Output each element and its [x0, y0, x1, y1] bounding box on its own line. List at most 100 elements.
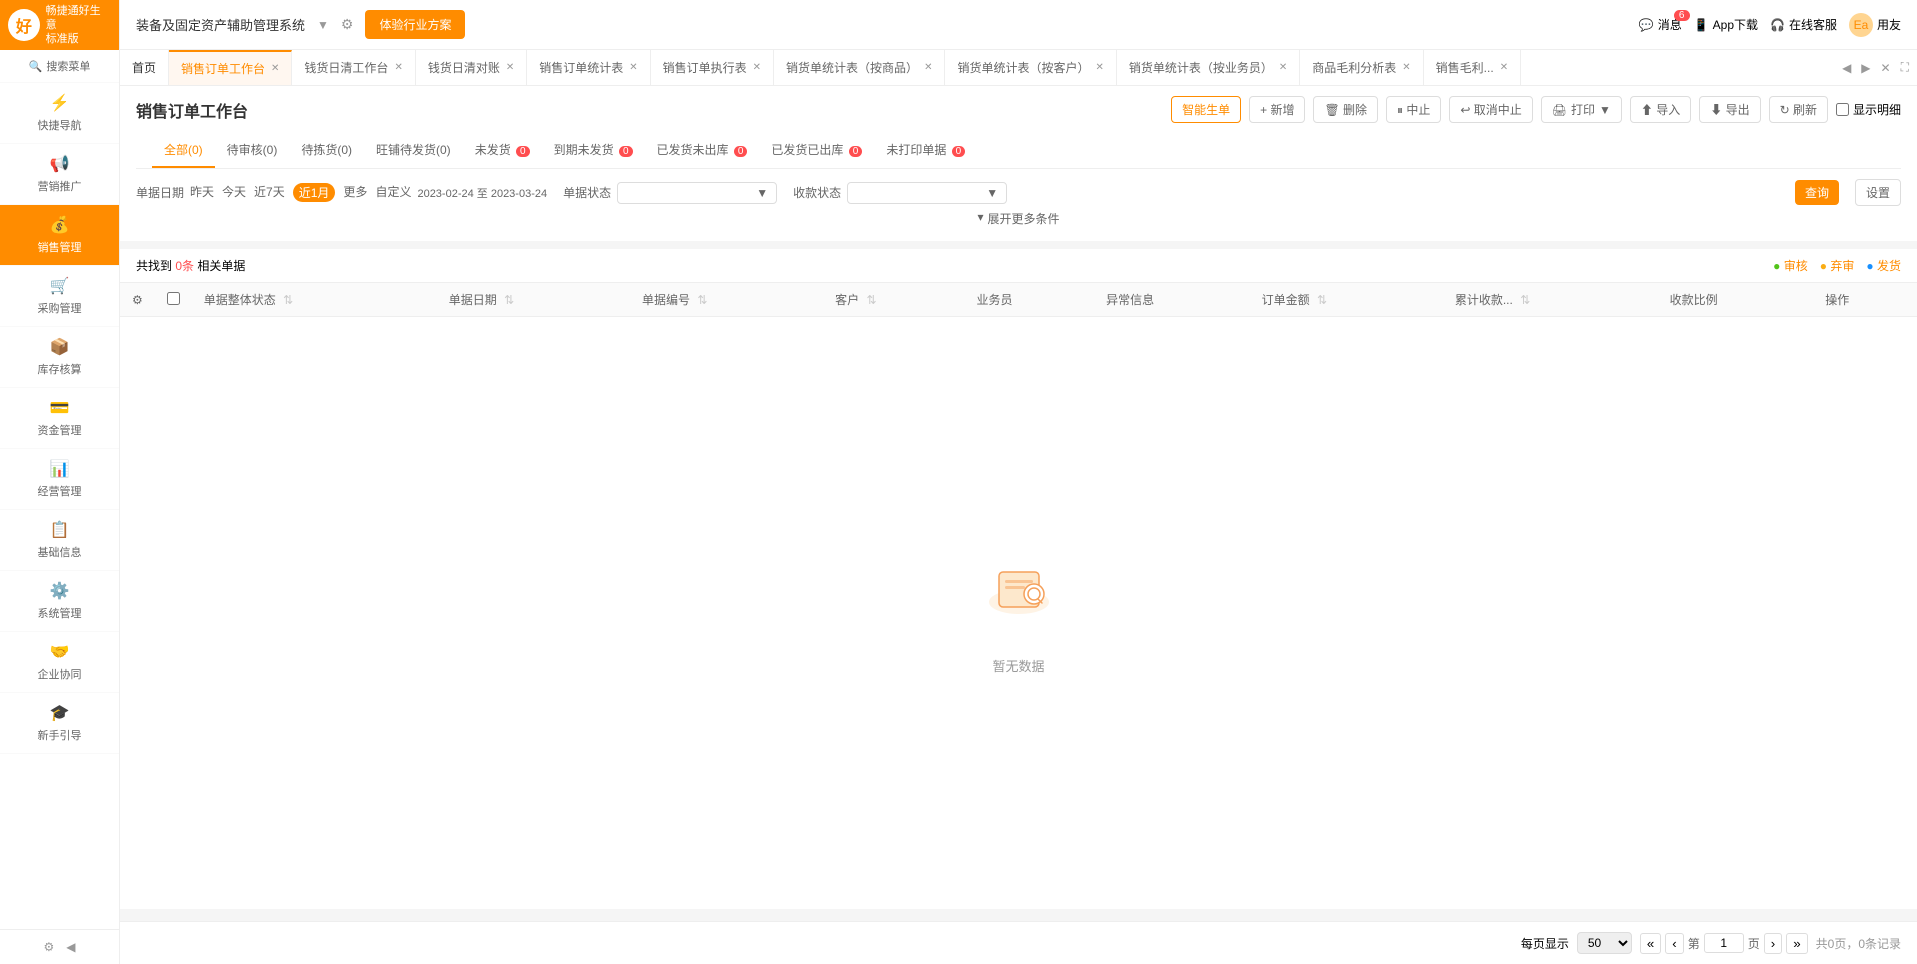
print-button[interactable]: 🖨 打印 ▼ [1541, 96, 1622, 123]
expand-btn[interactable]: 展开更多条件 [988, 210, 1060, 227]
prev-page-btn[interactable]: ‹ [1665, 933, 1683, 954]
sidebar-item-quicknav[interactable]: ⚡ 快捷导航 [0, 83, 119, 144]
tab-close-by-customer[interactable]: ✕ [1095, 62, 1103, 73]
date-opt-today[interactable]: 今天 [222, 183, 246, 202]
table-right-actions: ● 审核 ● 弃审 ● 发货 [1773, 257, 1901, 274]
table-scroll-area: ⚙ 单据整体状态 ⇅ 单据日期 ⇅ 单据编号 ⇅ 客户 ⇅ 业务员 异常信息 订… [120, 283, 1917, 909]
date-opt-custom[interactable]: 自定义 [375, 183, 411, 202]
audit-dot: ● [1773, 259, 1780, 273]
tab-close-reconciliation[interactable]: ✕ [506, 62, 514, 73]
app-download-item[interactable]: 📱 App下载 [1694, 16, 1758, 33]
date-opt-more[interactable]: 更多 [343, 183, 367, 202]
sub-tab-wangpu-ship[interactable]: 旺铺待发货(0) [364, 133, 463, 168]
add-button[interactable]: + 新增 [1249, 96, 1305, 123]
tab-close-sales-profit[interactable]: ✕ [1500, 62, 1508, 73]
sub-tab-shipped-out[interactable]: 已发货已出库 0 [759, 133, 874, 168]
show-detail-checkbox[interactable] [1836, 103, 1849, 116]
tab-order-stats[interactable]: 销售订单统计表 ✕ [527, 50, 650, 86]
message-icon: 💬 [1639, 18, 1654, 32]
sidebar-item-inventory[interactable]: 📦 库存核算 [0, 327, 119, 388]
settings-topbar-icon[interactable]: ⚙ [341, 16, 354, 33]
empty-text: 暂无数据 [992, 656, 1044, 675]
tabs-prev-btn[interactable]: ◀ [1838, 59, 1855, 77]
tab-sales-workbench[interactable]: 销售订单工作台 ✕ [169, 50, 292, 86]
message-icon-item[interactable]: 💬 6 消息 [1639, 16, 1682, 33]
online-service-item[interactable]: 🎧 在线客服 [1770, 16, 1837, 33]
tab-reconciliation[interactable]: 钱货日清对账 ✕ [416, 50, 527, 86]
deaudit-action-link[interactable]: ● 弃审 [1820, 257, 1855, 274]
tab-home[interactable]: 首页 [120, 50, 169, 86]
user-item[interactable]: Ea 用友 [1849, 13, 1901, 37]
smart-generate-button[interactable]: 智能生单 [1171, 96, 1241, 123]
sub-tab-shipped-not-out[interactable]: 已发货未出库 0 [645, 133, 760, 168]
table-area: 共找到 0条 相关单据 ● 审核 ● 弃审 ● 发货 [120, 249, 1917, 964]
date-opt-1month[interactable]: 近1月 [293, 183, 336, 202]
sidebar-item-cooperation[interactable]: 🤝 企业协同 [0, 632, 119, 693]
sidebar-item-basics[interactable]: 📋 基础信息 [0, 510, 119, 571]
sidebar-item-system[interactable]: ⚙️ 系统管理 [0, 571, 119, 632]
sub-tab-pending-pick[interactable]: 待拣货(0) [289, 133, 364, 168]
tab-sales-by-product[interactable]: 销货单统计表（按商品） ✕ [774, 50, 945, 86]
set-button[interactable]: 设置 [1855, 179, 1901, 206]
tab-close-order-stats[interactable]: ✕ [629, 62, 637, 73]
status-select[interactable]: ▼ [617, 182, 777, 204]
tab-order-exec[interactable]: 销售订单执行表 ✕ [651, 50, 774, 86]
page-nav: « ‹ 第 页 › » [1640, 933, 1808, 954]
sort-icon-cumulative: ⇅ [1520, 293, 1530, 307]
dropdown-icon[interactable]: ▼ [317, 18, 329, 32]
payment-status-select[interactable]: ▼ [847, 182, 1007, 204]
cancel-stop-button[interactable]: ↩ 取消中止 [1449, 96, 1532, 123]
gear-icon: ⚙️ [50, 581, 70, 601]
sidebar-item-purchase[interactable]: 🛒 采购管理 [0, 266, 119, 327]
tabs-fullscreen-btn[interactable]: ⛶ [1897, 58, 1913, 77]
sidebar-item-search[interactable]: 🔍 搜索菜单 [0, 50, 119, 83]
industry-solution-button[interactable]: 体验行业方案 [365, 10, 465, 39]
page-number-input[interactable] [1704, 933, 1744, 953]
tab-gross-margin[interactable]: 商品毛利分析表 ✕ [1300, 50, 1423, 86]
search-icon: 🔍 [29, 60, 43, 73]
date-opt-7days[interactable]: 近7天 [254, 183, 285, 202]
import-button[interactable]: ⬆ 导入 [1630, 96, 1691, 123]
tab-close-by-product[interactable]: ✕ [924, 62, 932, 73]
tab-close-daily-clear[interactable]: ✕ [394, 62, 402, 73]
sub-tab-unshipped[interactable]: 未发货 0 [463, 133, 542, 168]
page-title: 销售订单工作台 [136, 98, 248, 122]
tab-sales-by-staff[interactable]: 销货单统计表（按业务员） ✕ [1117, 50, 1300, 86]
collapse-icon[interactable]: ◀ [66, 940, 75, 954]
tab-close-order-exec[interactable]: ✕ [753, 62, 761, 73]
tab-sales-by-customer[interactable]: 销货单统计表（按客户） ✕ [945, 50, 1116, 86]
tab-daily-clear[interactable]: 钱货日清工作台 ✕ [292, 50, 415, 86]
sidebar-item-marketing[interactable]: 📢 营销推广 [0, 144, 119, 205]
ship-action-link[interactable]: ● 发货 [1866, 257, 1901, 274]
date-opt-yesterday[interactable]: 昨天 [190, 183, 214, 202]
export-button[interactable]: ⬇ 导出 [1699, 96, 1760, 123]
delete-button[interactable]: 🗑 删除 [1313, 96, 1378, 123]
settings-icon[interactable]: ⚙ [44, 940, 55, 954]
tab-close-sales-workbench[interactable]: ✕ [271, 63, 279, 74]
sidebar-item-management[interactable]: 📊 经营管理 [0, 449, 119, 510]
sub-tab-all[interactable]: 全部(0) [152, 133, 215, 168]
sub-tab-unprinted[interactable]: 未打印单据 0 [874, 133, 977, 168]
sidebar-item-finance[interactable]: 💳 资金管理 [0, 388, 119, 449]
tab-close-by-staff[interactable]: ✕ [1279, 62, 1287, 73]
per-page-select[interactable]: 50 100 200 [1577, 932, 1632, 954]
last-page-btn[interactable]: » [1786, 933, 1807, 954]
tabs-next-btn[interactable]: ▶ [1857, 59, 1874, 77]
show-detail-label[interactable]: 显示明细 [1836, 101, 1901, 118]
stop-button[interactable]: ⏸ 中止 [1386, 96, 1441, 123]
select-all-checkbox[interactable] [167, 292, 180, 305]
tab-close-gross-margin[interactable]: ✕ [1402, 62, 1410, 73]
filter-row-1: 单据日期 昨天 今天 近7天 近1月 更多 自定义 2023-02-24 至 2… [136, 179, 1901, 206]
tab-sales-profit[interactable]: 销售毛利... ✕ [1424, 50, 1521, 86]
query-button[interactable]: 查询 [1795, 180, 1839, 205]
scrollbar-area[interactable] [120, 909, 1917, 921]
sidebar-item-sales[interactable]: 💰 销售管理 [0, 205, 119, 266]
sidebar-item-guide[interactable]: 🎓 新手引导 [0, 693, 119, 754]
sub-tab-pending-audit[interactable]: 待审核(0) [215, 133, 290, 168]
audit-action-link[interactable]: ● 审核 [1773, 257, 1808, 274]
refresh-button[interactable]: ↻ 刷新 [1769, 96, 1828, 123]
sub-tab-overdue-ship[interactable]: 到期未发货 0 [542, 133, 645, 168]
tabs-close-btn[interactable]: ✕ [1877, 59, 1895, 77]
first-page-btn[interactable]: « [1640, 933, 1661, 954]
next-page-btn[interactable]: › [1764, 933, 1782, 954]
